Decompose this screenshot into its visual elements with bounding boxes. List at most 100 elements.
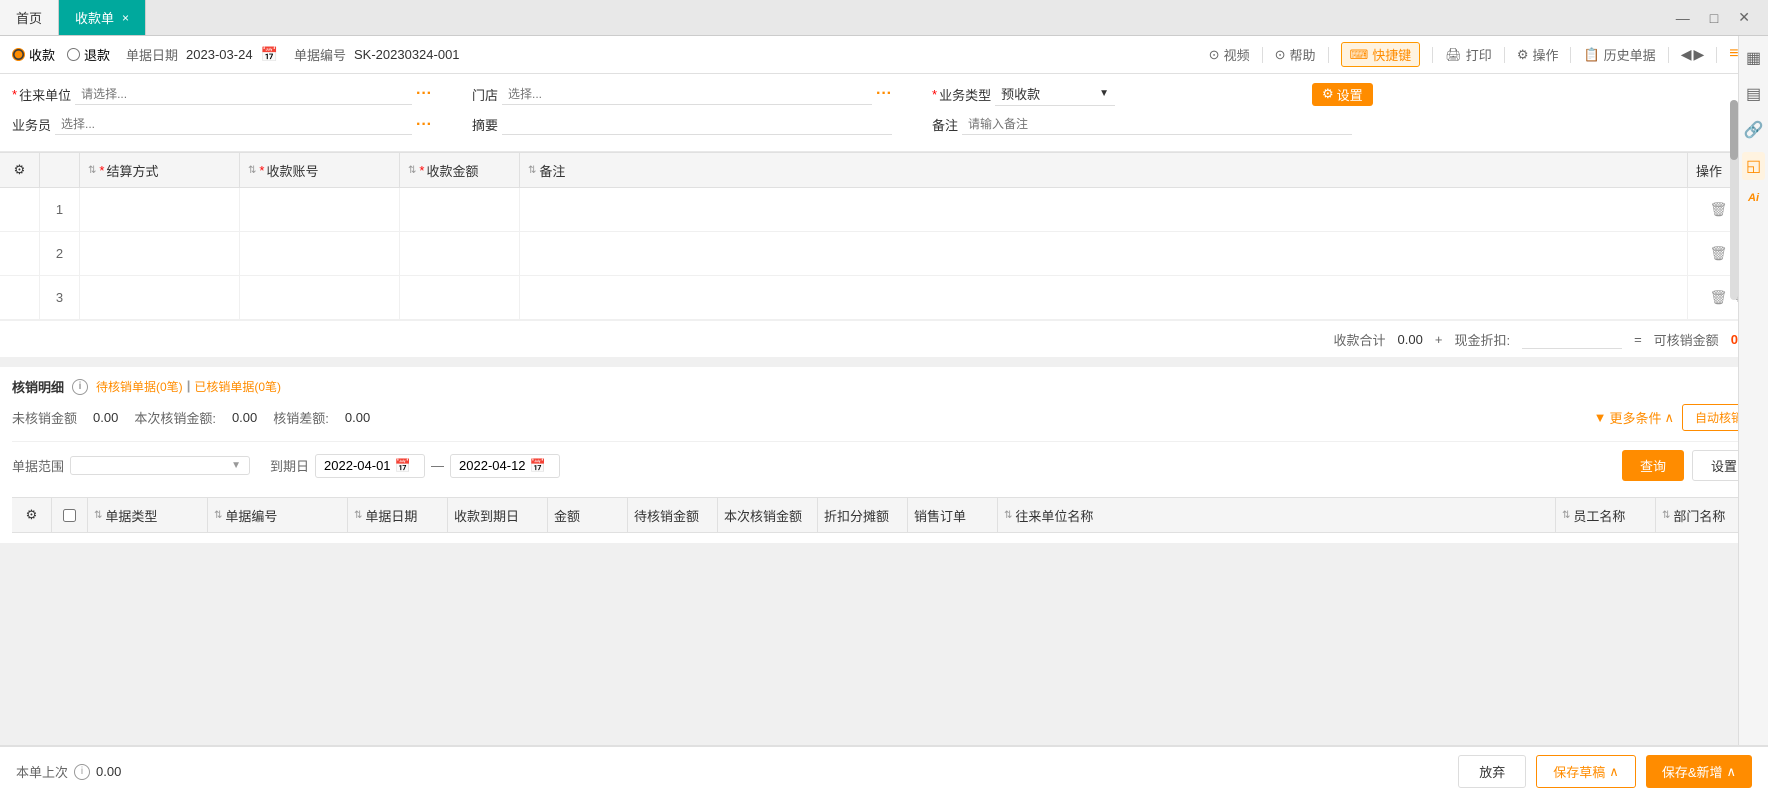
footer-info-icon[interactable]: i — [74, 764, 90, 780]
sidebar-ai-icon[interactable]: Ai — [1744, 188, 1763, 208]
sidebar-table-icon[interactable]: ▦ — [1742, 44, 1765, 72]
sort-date-icon[interactable]: ⇅ — [354, 510, 362, 521]
sidebar-link-icon[interactable]: 🔗 — [1740, 116, 1768, 144]
sort-type-icon[interactable]: ⇅ — [94, 510, 102, 521]
partner-input[interactable] — [75, 84, 412, 105]
bth-checkbox[interactable] — [52, 498, 88, 532]
td-num-3: 3 — [40, 276, 80, 319]
th-method-label: 结算方式 — [106, 161, 158, 180]
td-account-2[interactable] — [240, 232, 400, 275]
delete-row-3-icon[interactable]: 🗑 — [1710, 289, 1728, 306]
tab-home[interactable]: 首页 — [0, 0, 59, 35]
staff-more-button[interactable]: ··· — [416, 116, 432, 134]
chevron-down-icon: ▼ — [1099, 88, 1109, 99]
doc-range-select[interactable]: ▼ — [70, 456, 250, 475]
td-method-2[interactable] — [80, 232, 240, 275]
sort-amount-icon[interactable]: ⇅ — [408, 165, 416, 176]
bth-type-label: 单据类型 — [105, 506, 157, 525]
operation-button[interactable]: ⚙ 操作 — [1517, 45, 1559, 64]
td-amount-3[interactable] — [400, 276, 520, 319]
delete-row-1-icon[interactable]: 🗑 — [1710, 201, 1728, 218]
sort-method-icon[interactable]: ⇅ — [88, 165, 96, 176]
help-button[interactable]: ⊙ 帮助 — [1275, 45, 1316, 64]
due-date-to[interactable]: 2022-04-12 📅 — [450, 454, 560, 478]
history-button[interactable]: 📋 历史单据 — [1583, 45, 1655, 64]
section-title-text: 核销明细 — [12, 377, 64, 396]
diff-value: 0.00 — [345, 410, 370, 425]
help-icon: ⊙ — [1275, 47, 1286, 63]
due-date-from[interactable]: 2022-04-01 📅 — [315, 454, 425, 478]
more-conditions-button[interactable]: ▼ 更多条件 ∧ — [1594, 408, 1674, 427]
store-more-button[interactable]: ··· — [876, 85, 892, 103]
th-remark-label: 备注 — [539, 161, 565, 180]
scroll-thumb[interactable] — [1730, 100, 1738, 160]
td-account-1[interactable] — [240, 188, 400, 231]
help-label: 帮助 — [1289, 45, 1315, 64]
sort-account-icon[interactable]: ⇅ — [248, 165, 256, 176]
prev-arrow[interactable]: ◀ — [1681, 46, 1692, 63]
save-new-button[interactable]: 保存&新增 ∧ — [1646, 755, 1752, 788]
unverified-value: 0.00 — [93, 410, 118, 425]
biz-type-select[interactable]: 预收款 ▼ — [995, 82, 1115, 106]
partner-field: * 往来单位 ··· — [12, 84, 432, 105]
remark-input[interactable] — [962, 114, 1352, 135]
partner-more-button[interactable]: ··· — [416, 85, 432, 103]
summary-label: 摘要 — [472, 115, 498, 134]
sort-employee-icon[interactable]: ⇅ — [1562, 510, 1570, 521]
done-tab[interactable]: 已核销单据(0笔) — [194, 378, 281, 395]
sort-remark-icon[interactable]: ⇅ — [528, 165, 536, 176]
td-account-3[interactable] — [240, 276, 400, 319]
shortcut-button[interactable]: ⌨ 快捷键 — [1341, 42, 1421, 67]
row-num-1: 1 — [56, 202, 63, 217]
table-settings-th[interactable]: ⚙ — [0, 153, 40, 187]
maximize-button[interactable]: □ — [1704, 8, 1724, 28]
receipt-radio[interactable]: 收款 — [12, 45, 55, 64]
close-button[interactable]: ✕ — [1732, 7, 1756, 28]
td-settings-1 — [0, 188, 40, 231]
bth-pending: 待核销金额 — [628, 498, 718, 532]
td-remark-1[interactable] — [520, 188, 1688, 231]
discount-input[interactable] — [1522, 329, 1622, 349]
tab-current[interactable]: 收款单 × — [59, 0, 146, 35]
store-input[interactable] — [502, 84, 872, 105]
next-arrow[interactable]: ▶ — [1693, 46, 1704, 63]
td-method-3[interactable] — [80, 276, 240, 319]
info-icon[interactable]: i — [72, 379, 88, 395]
amount-required: * — [419, 163, 424, 178]
sidebar-crop-icon[interactable]: ◱ — [1742, 152, 1765, 180]
td-remark-3[interactable] — [520, 276, 1688, 319]
sort-dept-icon[interactable]: ⇅ — [1662, 510, 1670, 521]
select-all-checkbox[interactable] — [63, 509, 76, 522]
calendar-icon[interactable]: 📅 — [261, 46, 278, 63]
sort-docno-icon[interactable]: ⇅ — [214, 510, 222, 521]
bth-settings[interactable]: ⚙ — [12, 498, 52, 532]
form-row-1: * 往来单位 ··· 门店 ··· * 业务类型 预收款 ▼ ⚙ 设置 — [12, 82, 1756, 106]
tab-close-icon[interactable]: × — [122, 11, 129, 25]
history-label: 历史单据 — [1604, 45, 1656, 64]
minimize-button[interactable]: — — [1670, 8, 1696, 28]
summary-input[interactable] — [502, 114, 892, 135]
td-amount-1[interactable] — [400, 188, 520, 231]
refund-radio[interactable]: 退款 — [67, 45, 110, 64]
save-draft-button[interactable]: 保存草稿 ∧ — [1536, 755, 1636, 788]
pending-tab[interactable]: 待核销单据(0笔) — [96, 378, 183, 395]
delete-row-2-icon[interactable]: 🗑 — [1710, 245, 1728, 262]
sort-partner-icon[interactable]: ⇅ — [1004, 510, 1012, 521]
query-button[interactable]: 查询 — [1622, 450, 1684, 481]
video-label: 视频 — [1224, 45, 1250, 64]
bth-verify-label: 本次核销金额 — [724, 506, 802, 525]
window-controls: — □ ✕ — [1670, 7, 1768, 28]
discard-button[interactable]: 放弃 — [1458, 755, 1526, 788]
video-button[interactable]: ⊙ 视频 — [1209, 45, 1250, 64]
td-method-1[interactable] — [80, 188, 240, 231]
doc-no-value: SK-20230324-001 — [354, 47, 460, 62]
scrollbar[interactable] — [1730, 100, 1738, 300]
bth-employee-label: 员工名称 — [1573, 506, 1625, 525]
verification-section: 核销明细 i 待核销单据(0笔) | 已核销单据(0笔) 未核销金额 0.00 … — [0, 367, 1768, 543]
sidebar-list-icon[interactable]: ▤ — [1742, 80, 1765, 108]
form-settings-button[interactable]: ⚙ 设置 — [1312, 83, 1373, 106]
staff-input[interactable] — [55, 114, 412, 135]
td-remark-2[interactable] — [520, 232, 1688, 275]
td-amount-2[interactable] — [400, 232, 520, 275]
print-button[interactable]: 🖨 打印 — [1445, 45, 1492, 64]
